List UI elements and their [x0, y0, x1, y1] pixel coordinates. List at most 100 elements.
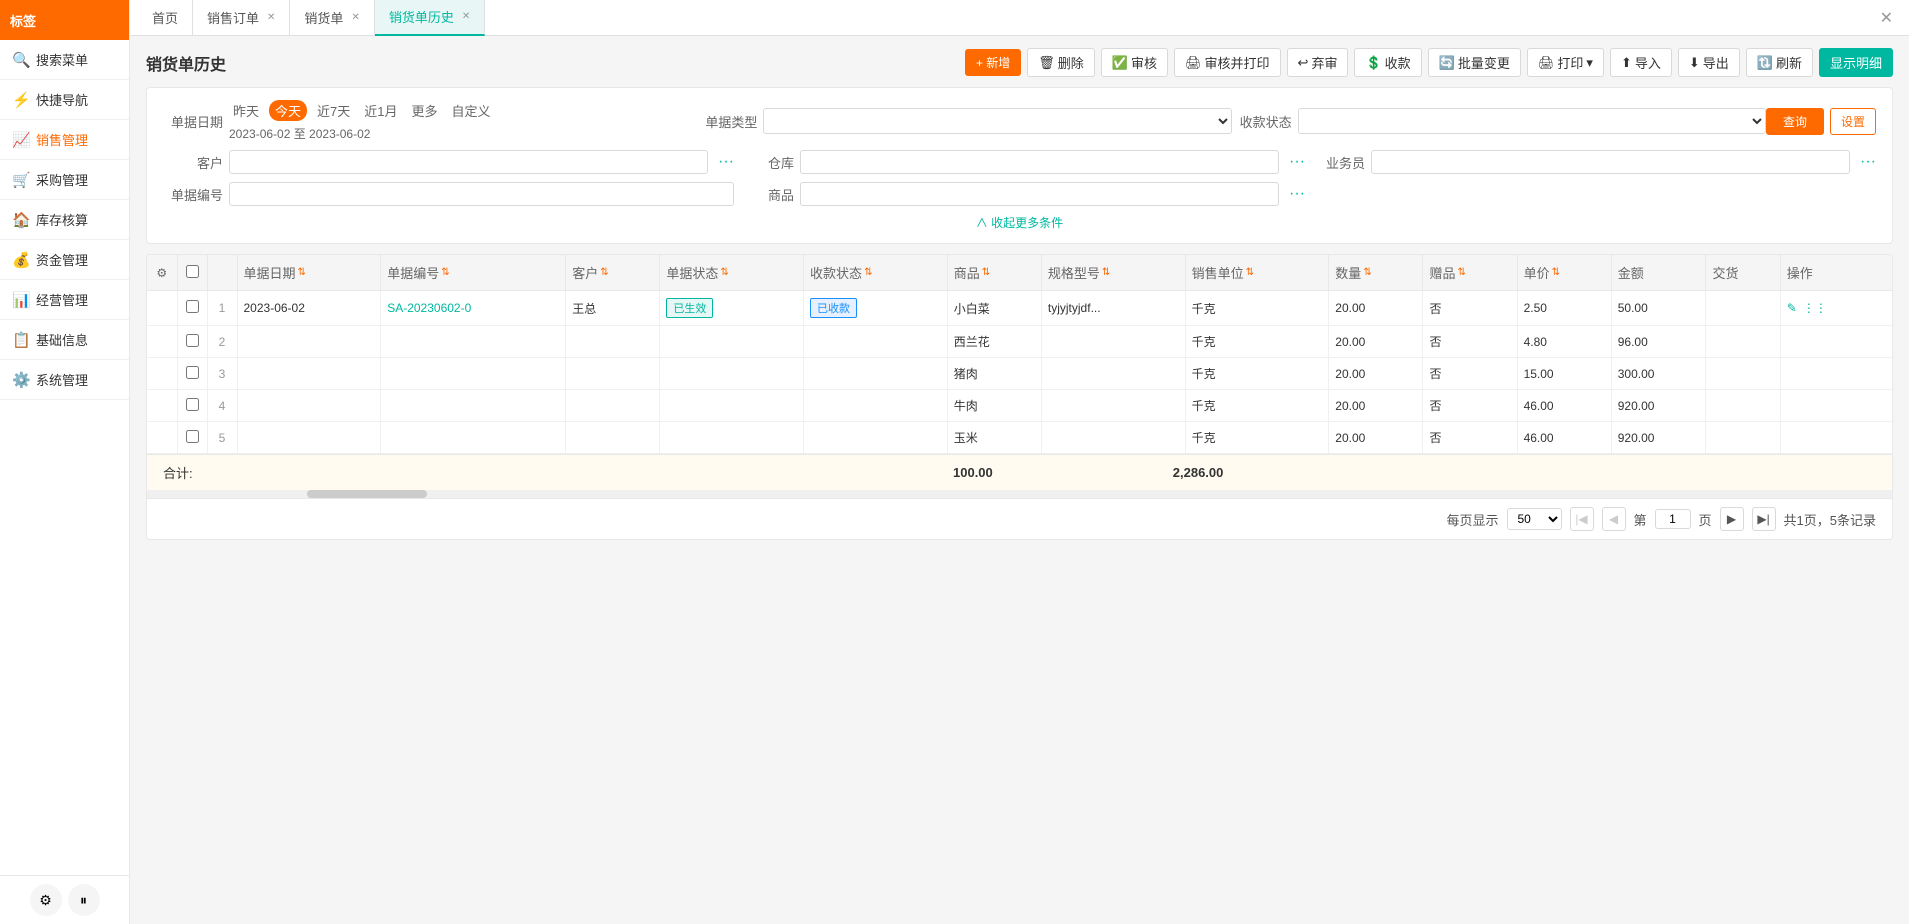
tab-bar-close-all[interactable]: ✕	[1872, 8, 1901, 28]
action-编辑-0[interactable]: ✎	[1787, 301, 1797, 315]
tab-sales-delivery[interactable]: 销货单 ✕	[290, 0, 374, 36]
sidebar-item-search-menu[interactable]: 🔍 搜索菜单	[0, 40, 129, 80]
refresh-button[interactable]: 🔃 刷新	[1746, 48, 1813, 77]
tab-home[interactable]: 首页	[138, 0, 193, 36]
customer-dots[interactable]: ···	[718, 153, 734, 171]
row-doc-no-2[interactable]	[381, 358, 566, 390]
salesperson-input[interactable]	[1371, 150, 1850, 174]
row-doc-no-1[interactable]	[381, 326, 566, 358]
th-doc-status[interactable]: 单据状态⇅	[660, 255, 804, 291]
customer-input[interactable]	[229, 150, 708, 174]
next-page-btn[interactable]: ▶	[1720, 507, 1744, 531]
sidebar-item-finance-mgmt[interactable]: 💰 资金管理	[0, 240, 129, 280]
audit-button[interactable]: ✅ 审核	[1101, 48, 1168, 77]
abandon-button[interactable]: ↩ 弃审	[1287, 48, 1349, 77]
th-gift[interactable]: 赠品⇅	[1423, 255, 1517, 291]
scrollbar-thumb[interactable]	[307, 490, 427, 498]
sidebar-item-ops-mgmt[interactable]: 📊 经营管理	[0, 280, 129, 320]
th-doc-date[interactable]: 单据日期⇅	[237, 255, 381, 291]
goods-input[interactable]	[800, 182, 1279, 206]
row-unit-price-3: 46.00	[1517, 390, 1611, 422]
th-spec[interactable]: 规格型号⇅	[1041, 255, 1185, 291]
sidebar-item-sales-mgmt[interactable]: 📈 销售管理	[0, 120, 129, 160]
date-7days-btn[interactable]: 近7天	[313, 100, 354, 121]
tab-sales-history[interactable]: 销货单历史 ✕	[375, 0, 485, 36]
tab-close-sales-history[interactable]: ✕	[462, 11, 470, 22]
row-doc-no-0[interactable]: SA-20230602-0	[381, 291, 566, 326]
tab-close-sales-order[interactable]: ✕	[267, 12, 275, 23]
row-check-3[interactable]	[186, 398, 199, 411]
date-more-btn[interactable]: 更多	[408, 100, 442, 121]
row-customer-4	[566, 422, 660, 454]
date-custom-btn[interactable]: 自定义	[448, 100, 495, 121]
sort-payment-status-icon: ⇅	[864, 267, 872, 278]
th-doc-no[interactable]: 单据编号⇅	[381, 255, 566, 291]
goods-dots[interactable]: ···	[1289, 185, 1305, 203]
date-today-btn[interactable]: 今天	[269, 100, 307, 121]
th-payment-status[interactable]: 收款状态⇅	[804, 255, 948, 291]
row-trade-3	[1706, 390, 1780, 422]
audit-print-button[interactable]: 🖨 审核并打印	[1174, 48, 1281, 77]
row-checkbox-0[interactable]	[177, 291, 207, 326]
add-button[interactable]: + 新增	[965, 49, 1021, 76]
th-sales-unit[interactable]: 销售单位⇅	[1185, 255, 1329, 291]
import-button[interactable]: ⬆ 导入	[1610, 48, 1672, 77]
row-checkbox-3[interactable]	[177, 390, 207, 422]
doc-type-select[interactable]	[763, 108, 1231, 134]
select-all-checkbox[interactable]	[186, 265, 199, 278]
row-checkbox-1[interactable]	[177, 326, 207, 358]
date-yesterday-btn[interactable]: 昨天	[229, 100, 263, 121]
prev-page-btn[interactable]: ◀	[1602, 507, 1626, 531]
date-1month-btn[interactable]: 近1月	[360, 100, 401, 121]
row-check-0[interactable]	[186, 300, 199, 313]
sidebar-item-purchase-mgmt[interactable]: 🛒 采购管理	[0, 160, 129, 200]
row-check-2[interactable]	[186, 366, 199, 379]
delete-button[interactable]: 🗑 删除	[1027, 48, 1095, 77]
th-unit-price[interactable]: 单价⇅	[1517, 255, 1611, 291]
warehouse-input[interactable]	[800, 150, 1279, 174]
first-page-btn[interactable]: |◀	[1570, 507, 1594, 531]
settings-button[interactable]: 设置	[1830, 108, 1876, 135]
doc-number-input[interactable]	[229, 182, 734, 206]
sidebar-item-quick-nav[interactable]: ⚡ 快捷导航	[0, 80, 129, 120]
row-checkbox-4[interactable]	[177, 422, 207, 454]
per-page-select[interactable]: 50 100 200	[1507, 508, 1562, 530]
abandon-icon: ↩	[1298, 55, 1309, 71]
th-goods[interactable]: 商品⇅	[947, 255, 1041, 291]
warehouse-dots[interactable]: ···	[1289, 153, 1305, 171]
row-doc-no-3[interactable]	[381, 390, 566, 422]
filter-collapse-btn[interactable]: ∧ 收起更多条件	[163, 214, 1876, 231]
collect-button[interactable]: 💲 收款	[1354, 48, 1421, 77]
th-qty[interactable]: 数量⇅	[1329, 255, 1423, 291]
row-doc-no-4[interactable]	[381, 422, 566, 454]
tab-close-sales-delivery[interactable]: ✕	[351, 12, 359, 23]
query-button[interactable]: 查询	[1766, 108, 1824, 135]
last-page-btn[interactable]: ▶|	[1752, 507, 1776, 531]
th-customer[interactable]: 客户⇅	[566, 255, 660, 291]
print-button[interactable]: 🖨 打印 ▾	[1527, 48, 1604, 77]
row-check-4[interactable]	[186, 430, 199, 443]
sidebar-item-basic-info[interactable]: 📋 基础信息	[0, 320, 129, 360]
row-check-1[interactable]	[186, 334, 199, 347]
tab-sales-order[interactable]: 销售订单 ✕	[193, 0, 290, 36]
th-gear[interactable]: ⚙	[147, 255, 177, 291]
page-content: 销货单历史 + 新增 🗑 删除 ✅ 审核 🖨 审核并打印 ↩ 弃审	[130, 36, 1909, 924]
payment-status-select[interactable]	[1298, 108, 1766, 134]
print-icon: 🖨	[1538, 55, 1555, 71]
batch-change-button[interactable]: 🔄 批量变更	[1428, 48, 1521, 77]
sidebar-item-sys-mgmt[interactable]: ⚙️ 系统管理	[0, 360, 129, 400]
row-trade-4	[1706, 422, 1780, 454]
export-button[interactable]: ⬇ 导出	[1678, 48, 1740, 77]
salesperson-dots[interactable]: ···	[1860, 153, 1876, 171]
action-更多-0[interactable]: ⋮⋮	[1803, 301, 1827, 315]
sort-doc-no-icon: ⇅	[441, 267, 449, 278]
row-checkbox-2[interactable]	[177, 358, 207, 390]
row-unit-price-1: 4.80	[1517, 326, 1611, 358]
horizontal-scrollbar[interactable]	[147, 490, 1892, 498]
sidebar-settings-button[interactable]: ⚙	[30, 884, 62, 916]
sidebar-collapse-button[interactable]: ⏸	[68, 884, 100, 916]
th-trade: 交货	[1706, 255, 1780, 291]
show-detail-button[interactable]: 显示明细	[1819, 48, 1893, 77]
page-number-input[interactable]	[1655, 509, 1691, 529]
sidebar-item-inventory-calc[interactable]: 🏠 库存核算	[0, 200, 129, 240]
